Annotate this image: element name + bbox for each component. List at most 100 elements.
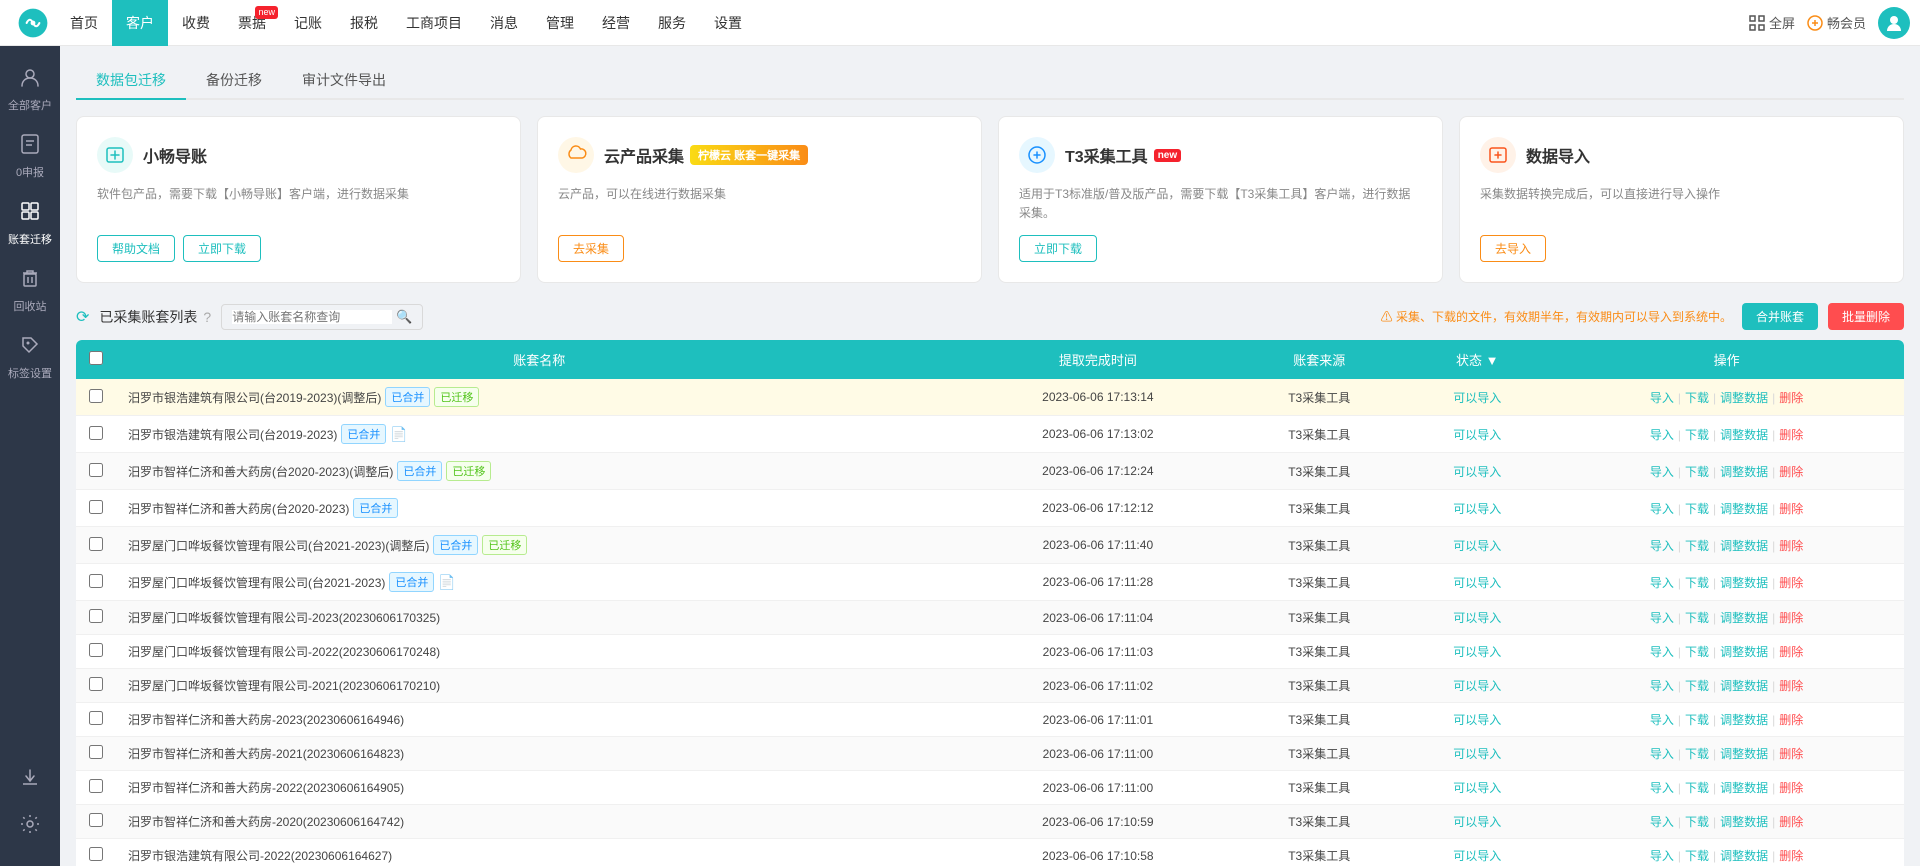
nav-fees[interactable]: 收费 [168, 0, 224, 46]
row-checkbox-11[interactable] [89, 745, 103, 759]
row-checkbox-14[interactable] [89, 847, 103, 861]
row-checkbox-8[interactable] [89, 643, 103, 657]
action-下载[interactable]: 下载 [1685, 645, 1709, 659]
action-导入[interactable]: 导入 [1650, 611, 1674, 625]
action-删除[interactable]: 删除 [1779, 611, 1803, 625]
list-refresh-icon[interactable]: ⟳ [76, 307, 89, 327]
action-调整数据[interactable]: 调整数据 [1720, 428, 1768, 442]
action-导入[interactable]: 导入 [1650, 747, 1674, 761]
nav-tax[interactable]: 报税 [336, 0, 392, 46]
action-调整数据[interactable]: 调整数据 [1720, 502, 1768, 516]
batch-delete-button[interactable]: 批量删除 [1828, 303, 1904, 330]
go-import-button[interactable]: 去导入 [1480, 235, 1546, 262]
action-删除[interactable]: 删除 [1779, 747, 1803, 761]
action-删除[interactable]: 删除 [1779, 713, 1803, 727]
select-all-checkbox[interactable] [89, 351, 103, 365]
action-导入[interactable]: 导入 [1650, 849, 1674, 863]
sidebar-item-zero-report[interactable]: 0申报 [0, 123, 60, 190]
row-checkbox-10[interactable] [89, 711, 103, 725]
download-now-button-3[interactable]: 立即下载 [1019, 235, 1097, 262]
sidebar-item-account-migration[interactable]: 账套迁移 [0, 190, 60, 257]
nav-home[interactable]: 首页 [56, 0, 112, 46]
action-导入[interactable]: 导入 [1650, 539, 1674, 553]
row-checkbox-6[interactable] [89, 574, 103, 588]
download-now-button-1[interactable]: 立即下载 [183, 235, 261, 262]
action-调整数据[interactable]: 调整数据 [1720, 849, 1768, 863]
action-导入[interactable]: 导入 [1650, 679, 1674, 693]
action-删除[interactable]: 删除 [1779, 502, 1803, 516]
row-checkbox-5[interactable] [89, 537, 103, 551]
action-删除[interactable]: 删除 [1779, 849, 1803, 863]
action-删除[interactable]: 删除 [1779, 391, 1803, 405]
action-导入[interactable]: 导入 [1650, 391, 1674, 405]
action-删除[interactable]: 删除 [1779, 428, 1803, 442]
nav-service[interactable]: 服务 [644, 0, 700, 46]
action-导入[interactable]: 导入 [1650, 502, 1674, 516]
nav-invoice[interactable]: 票据new [224, 0, 280, 46]
action-删除[interactable]: 删除 [1779, 679, 1803, 693]
action-导入[interactable]: 导入 [1650, 576, 1674, 590]
sidebar-item-all-customers[interactable]: 全部客户 [0, 56, 60, 123]
action-删除[interactable]: 删除 [1779, 815, 1803, 829]
action-删除[interactable]: 删除 [1779, 781, 1803, 795]
action-下载[interactable]: 下载 [1685, 679, 1709, 693]
row-checkbox-9[interactable] [89, 677, 103, 691]
action-下载[interactable]: 下载 [1685, 465, 1709, 479]
nav-settings[interactable]: 设置 [700, 0, 756, 46]
member-button[interactable]: 畅会员 [1807, 13, 1866, 32]
row-checkbox-12[interactable] [89, 779, 103, 793]
sidebar-item-settings[interactable] [0, 803, 60, 850]
action-导入[interactable]: 导入 [1650, 781, 1674, 795]
action-下载[interactable]: 下载 [1685, 781, 1709, 795]
row-checkbox-2[interactable] [89, 426, 103, 440]
logo[interactable] [10, 0, 56, 46]
action-导入[interactable]: 导入 [1650, 645, 1674, 659]
action-删除[interactable]: 删除 [1779, 576, 1803, 590]
action-删除[interactable]: 删除 [1779, 465, 1803, 479]
action-下载[interactable]: 下载 [1685, 849, 1709, 863]
file-icon[interactable]: 📄 [438, 574, 455, 591]
nav-operation[interactable]: 经营 [588, 0, 644, 46]
user-avatar[interactable] [1878, 7, 1910, 39]
action-调整数据[interactable]: 调整数据 [1720, 539, 1768, 553]
action-调整数据[interactable]: 调整数据 [1720, 611, 1768, 625]
action-下载[interactable]: 下载 [1685, 391, 1709, 405]
go-collect-button[interactable]: 去采集 [558, 235, 624, 262]
fullscreen-button[interactable]: 全屏 [1749, 13, 1795, 32]
sidebar-item-download[interactable] [0, 756, 60, 803]
action-调整数据[interactable]: 调整数据 [1720, 815, 1768, 829]
row-checkbox-7[interactable] [89, 609, 103, 623]
tab-audit-export[interactable]: 审计文件导出 [282, 62, 406, 100]
action-导入[interactable]: 导入 [1650, 713, 1674, 727]
action-下载[interactable]: 下载 [1685, 428, 1709, 442]
action-调整数据[interactable]: 调整数据 [1720, 713, 1768, 727]
action-下载[interactable]: 下载 [1685, 611, 1709, 625]
action-下载[interactable]: 下载 [1685, 747, 1709, 761]
action-调整数据[interactable]: 调整数据 [1720, 391, 1768, 405]
action-调整数据[interactable]: 调整数据 [1720, 679, 1768, 693]
nav-customer[interactable]: 客户 [112, 0, 168, 46]
action-删除[interactable]: 删除 [1779, 645, 1803, 659]
search-icon[interactable]: 🔍 [396, 309, 412, 325]
nav-message[interactable]: 消息 [476, 0, 532, 46]
tab-backup-migration[interactable]: 备份迁移 [186, 62, 282, 100]
merge-account-button[interactable]: 合并账套 [1742, 303, 1818, 330]
action-调整数据[interactable]: 调整数据 [1720, 645, 1768, 659]
table-header-status[interactable]: 状态 ▼ [1405, 340, 1549, 379]
file-icon[interactable]: 📄 [390, 426, 407, 443]
action-调整数据[interactable]: 调整数据 [1720, 747, 1768, 761]
nav-manage[interactable]: 管理 [532, 0, 588, 46]
action-导入[interactable]: 导入 [1650, 815, 1674, 829]
action-调整数据[interactable]: 调整数据 [1720, 781, 1768, 795]
action-下载[interactable]: 下载 [1685, 502, 1709, 516]
row-checkbox-3[interactable] [89, 463, 103, 477]
action-导入[interactable]: 导入 [1650, 428, 1674, 442]
action-调整数据[interactable]: 调整数据 [1720, 576, 1768, 590]
row-checkbox-13[interactable] [89, 813, 103, 827]
action-下载[interactable]: 下载 [1685, 713, 1709, 727]
tab-data-migration[interactable]: 数据包迁移 [76, 62, 186, 100]
action-删除[interactable]: 删除 [1779, 539, 1803, 553]
action-下载[interactable]: 下载 [1685, 539, 1709, 553]
action-下载[interactable]: 下载 [1685, 815, 1709, 829]
row-checkbox-1[interactable] [89, 389, 103, 403]
